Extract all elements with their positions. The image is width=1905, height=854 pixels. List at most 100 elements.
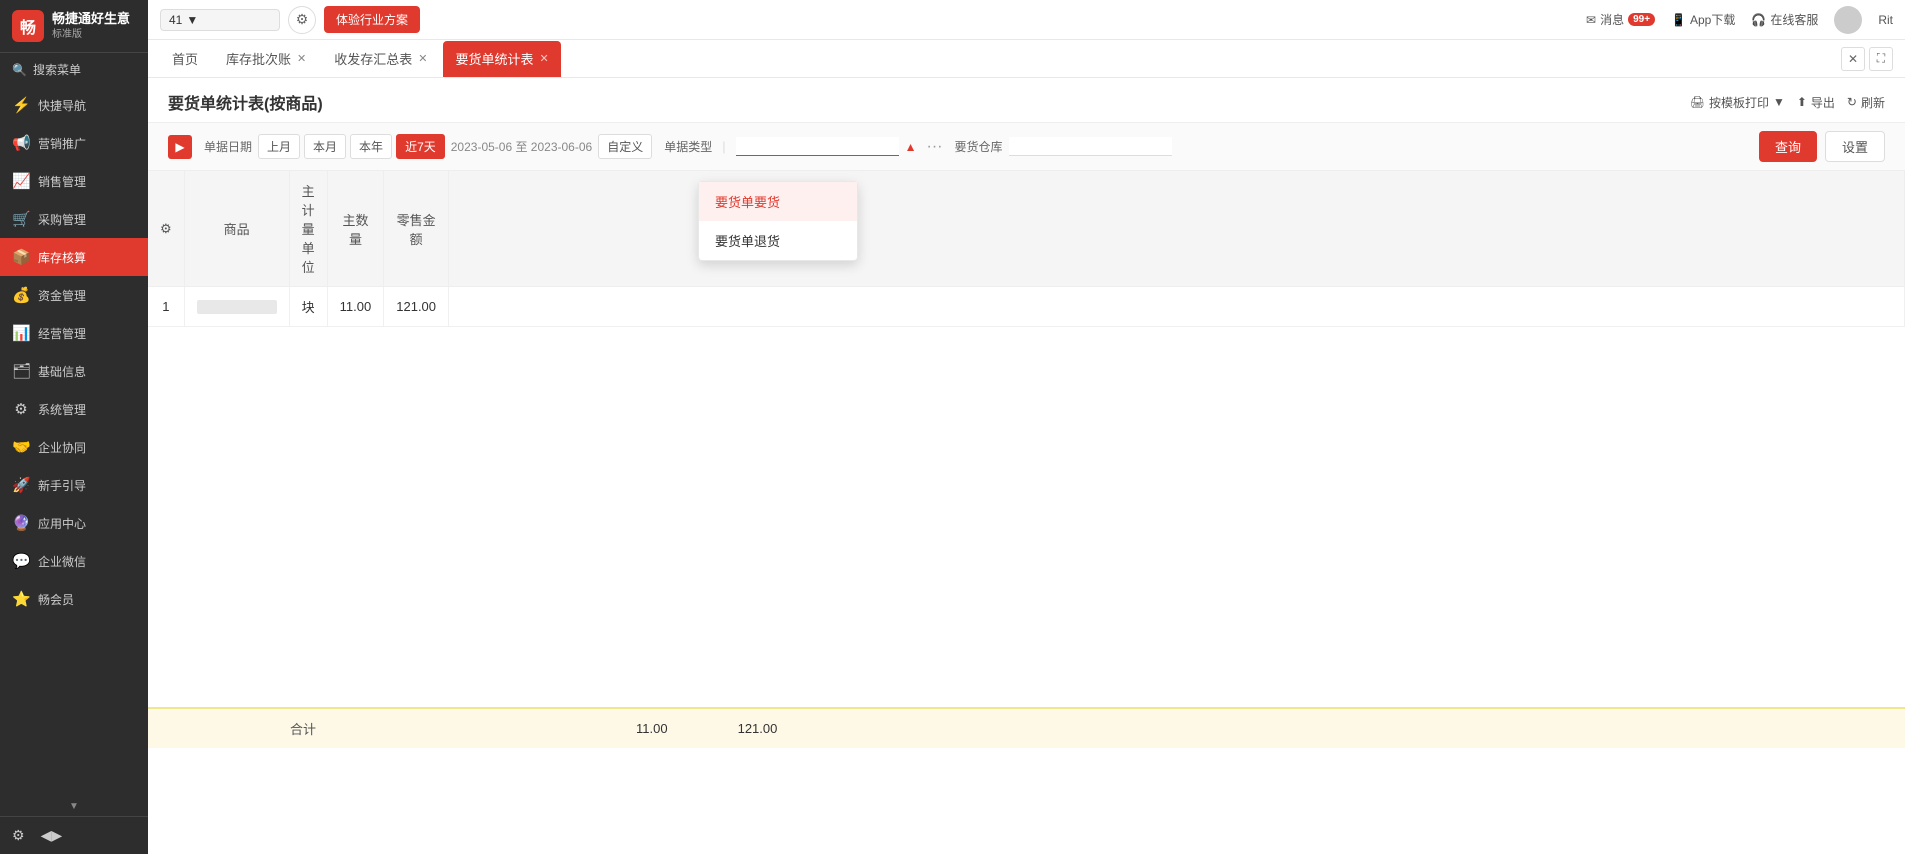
sidebar-item-sales[interactable]: 📈 销售管理 [0,162,148,200]
refresh-button[interactable]: ↻ 刷新 [1847,94,1885,111]
sidebar-item-quick-nav[interactable]: ⚡ 快捷导航 [0,86,148,124]
col-settings[interactable]: ⚙ [148,171,184,287]
filter-settings-button[interactable]: 设置 [1825,131,1885,162]
message-button[interactable]: ✉ 消息 99+ [1586,11,1655,28]
sidebar-item-app-center[interactable]: 🔮 应用中心 [0,504,148,542]
sidebar: 畅 畅捷通好生意 标准版 🔍 搜索菜单 ⚡ 快捷导航 📢 营销推广 📈 销售管理… [0,0,148,854]
col-unit: 主计量单位 [289,171,327,287]
header-gear-button[interactable]: ⚙ [288,6,316,34]
sidebar-item-marketing[interactable]: 📢 营销推广 [0,124,148,162]
sidebar-item-purchase[interactable]: 🛒 采购管理 [0,200,148,238]
sidebar-item-basic-info[interactable]: 🗂 基础信息 [0,352,148,390]
col-quantity: 主数量 [327,171,384,287]
sidebar-item-inventory[interactable]: 📦 库存核算 [0,238,148,276]
close-icon[interactable]: ✕ [418,52,427,65]
header-left: 41 ▼ ⚙ 体验行业方案 [160,6,1574,34]
sidebar-item-label: 经营管理 [38,325,86,342]
sidebar-item-label: 企业协同 [38,439,86,456]
message-icon: ✉ [1586,13,1596,27]
type-input[interactable] [736,137,899,156]
brand-name: 畅捷通好生意 [52,11,130,28]
tabs-expand-button[interactable]: ⛶ [1869,47,1893,71]
industry-button[interactable]: 体验行业方案 [324,6,420,33]
sidebar-item-label: 采购管理 [38,211,86,228]
print-label: 按模板打印 [1709,94,1769,111]
guide-icon: 🚀 [12,476,30,494]
last-month-button[interactable]: 上月 [258,134,300,159]
system-icon: ⚙ [12,400,30,418]
sidebar-item-system[interactable]: ⚙ 系统管理 [0,390,148,428]
tabs-close-all-button[interactable]: ✕ [1841,47,1865,71]
export-button[interactable]: ⬆ 导出 [1797,94,1835,111]
dropdown-item-order-goods[interactable]: 要货单要货 [699,182,857,221]
dropdown-item-order-return[interactable]: 要货单退货 [699,221,857,260]
query-button[interactable]: 查询 [1759,131,1817,162]
refresh-icon: ↻ [1847,95,1857,109]
operations-icon: 📊 [12,324,30,342]
close-icon[interactable]: ✕ [297,52,306,65]
sidebar-item-operations[interactable]: 📊 经营管理 [0,314,148,352]
marketing-icon: 📢 [12,134,30,152]
sales-icon: 📈 [12,172,30,190]
sidebar-item-cooperation[interactable]: 🤝 企业协同 [0,428,148,466]
refresh-label: 刷新 [1861,94,1885,111]
content-area: 要货单统计表(按商品) 🖨 按模板打印 ▼ ⬆ 导出 ↻ 刷新 [148,78,1905,854]
tab-receive-summary[interactable]: 收发存汇总表 ✕ [322,41,439,77]
header-right: ✉ 消息 99+ 📱 App下载 🎧 在线客服 Rit [1586,6,1893,34]
table-footer: 合计 11.00 121.00 [148,707,1905,748]
sidebar-toggle-icon[interactable]: ◀▶ [41,827,63,844]
sidebar-scroll-down[interactable]: ▼ [0,797,148,816]
type-dropdown-menu: 要货单要货 要货单退货 [698,181,858,261]
close-icon[interactable]: ✕ [540,52,549,65]
main-area: 41 ▼ ⚙ 体验行业方案 ✉ 消息 99+ 📱 App下载 🎧 在线客服 Ri… [148,0,1905,854]
service-button[interactable]: 🎧 在线客服 [1751,11,1818,28]
print-button[interactable]: 🖨 按模板打印 ▼ [1690,94,1785,111]
wechat-icon: 💬 [12,552,30,570]
app-label: App下载 [1690,11,1735,28]
sidebar-item-guide[interactable]: 🚀 新手引导 [0,466,148,504]
app-download-button[interactable]: 📱 App下载 [1671,11,1735,28]
this-month-button[interactable]: 本月 [304,134,346,159]
col-extra [449,171,1905,287]
service-label: 在线客服 [1770,11,1818,28]
tab-order-stats[interactable]: 要货单统计表 ✕ [443,41,560,77]
sidebar-item-label: 库存核算 [38,249,86,266]
table-header-row: ⚙ 商品 主计量单位 主数量 零售金额 [148,171,1905,287]
logo-area: 畅 畅捷通好生意 标准版 [0,0,148,53]
settings-bottom-icon[interactable]: ⚙ [12,827,25,844]
export-label: 导出 [1811,94,1835,111]
filter-expand-button[interactable]: ▶ [168,135,192,159]
warehouse-filter-group: 要货仓库 [954,137,1171,156]
message-label: 消息 [1600,11,1624,28]
row-no: 1 [148,287,184,327]
sidebar-item-member[interactable]: ⭐ 畅会员 [0,580,148,618]
this-year-button[interactable]: 本年 [350,134,392,159]
sidebar-item-finance[interactable]: 💰 资金管理 [0,276,148,314]
type-more-button[interactable]: ··· [927,138,943,156]
logo-icon: 畅 [12,10,44,42]
row-amount: 121.00 [384,287,449,327]
message-badge: 99+ [1628,13,1655,26]
warehouse-input[interactable] [1009,137,1172,156]
print-icon: 🖨 [1690,95,1705,109]
search-menu[interactable]: 🔍 搜索菜单 [0,53,148,86]
tab-home[interactable]: 首页 [160,41,210,77]
custom-date-button[interactable]: 自定义 [598,134,652,159]
tab-label: 收发存汇总表 [334,49,412,68]
user-avatar[interactable] [1834,6,1862,34]
sidebar-item-label: 系统管理 [38,401,86,418]
tab-label: 要货单统计表 [455,49,533,68]
sidebar-item-wechat[interactable]: 💬 企业微信 [0,542,148,580]
col-amount: 零售金额 [384,171,449,287]
phone-icon: 📱 [1671,13,1686,27]
last-7-days-button[interactable]: 近7天 [396,134,445,159]
member-icon: ⭐ [12,590,30,608]
tab-inventory-batch[interactable]: 库存批次账 ✕ [214,41,318,77]
type-dropdown-arrow[interactable]: ▲ [905,140,917,154]
table-container: ⚙ 商品 主计量单位 主数量 零售金额 1 [148,171,1905,327]
store-selector[interactable]: 41 ▼ [160,9,280,31]
page-title: 要货单统计表(按商品) [168,90,323,114]
date-range-display: 2023-05-06 至 2023-06-06 [451,138,592,155]
search-menu-label: 搜索菜单 [33,61,81,78]
table-header: ⚙ 商品 主计量单位 主数量 零售金额 [148,171,1905,287]
